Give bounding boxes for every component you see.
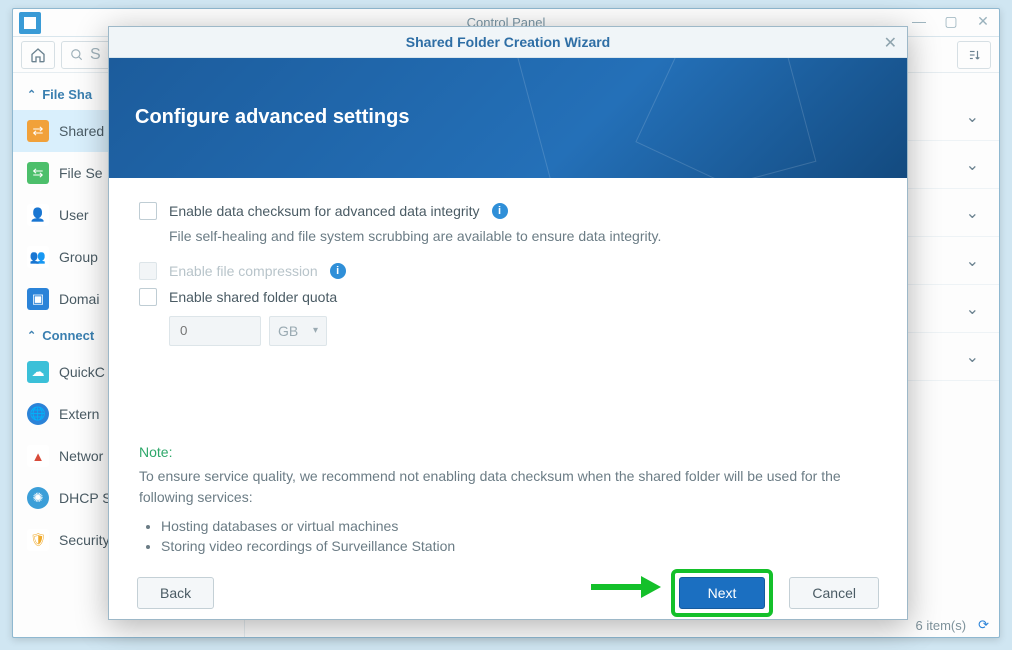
button-bar: Back Next Cancel bbox=[109, 568, 907, 619]
compression-checkbox bbox=[139, 262, 157, 280]
form-area: Enable data checksum for advanced data i… bbox=[109, 178, 907, 568]
cloud-icon: ☁ bbox=[27, 361, 49, 383]
quota-unit-label: GB bbox=[278, 323, 298, 339]
quota-label: Enable shared folder quota bbox=[169, 289, 337, 305]
refresh-icon[interactable]: ⟳ bbox=[978, 617, 989, 633]
chevron-down-icon: ⌄ bbox=[966, 203, 979, 223]
chevron-down-icon: ⌄ bbox=[966, 107, 979, 127]
chevron-down-icon: ▾ bbox=[313, 325, 318, 336]
sidebar-item-label: Security bbox=[59, 532, 110, 548]
search-placeholder: S bbox=[90, 46, 101, 64]
footer: 6 item(s) ⟳ bbox=[916, 617, 989, 633]
compression-label: Enable file compression bbox=[169, 263, 318, 279]
file-services-icon: ⇆ bbox=[27, 162, 49, 184]
chevron-up-icon: ⌃ bbox=[27, 88, 36, 101]
modal-close-icon[interactable]: ✕ bbox=[884, 33, 897, 53]
chevron-down-icon: ⌄ bbox=[966, 251, 979, 271]
note-title: Note: bbox=[139, 444, 877, 460]
back-button[interactable]: Back bbox=[137, 577, 214, 609]
chevron-down-icon: ⌄ bbox=[966, 155, 979, 175]
sidebar-item-label: File Se bbox=[59, 165, 103, 181]
group-icon: 👥 bbox=[27, 246, 49, 268]
network-icon: ▲ bbox=[27, 445, 49, 467]
modal-titlebar: Shared Folder Creation Wizard ✕ bbox=[109, 27, 907, 58]
note-bullet: Storing video recordings of Surveillance… bbox=[161, 538, 877, 554]
dhcp-icon: ✺ bbox=[27, 487, 49, 509]
minimize-icon[interactable]: — bbox=[907, 11, 931, 31]
next-button[interactable]: Next bbox=[679, 577, 766, 609]
chevron-down-icon: ⌄ bbox=[966, 347, 979, 367]
info-icon[interactable]: i bbox=[492, 203, 508, 219]
checksum-description: File self-healing and file system scrubb… bbox=[169, 228, 877, 244]
modal-banner: Configure advanced settings bbox=[109, 58, 907, 177]
sidebar-item-label: Group bbox=[59, 249, 98, 265]
chevron-down-icon: ⌄ bbox=[966, 299, 979, 319]
quota-checkbox[interactable] bbox=[139, 288, 157, 306]
item-count: 6 item(s) bbox=[916, 618, 967, 633]
chevron-up-icon: ⌃ bbox=[27, 329, 36, 342]
sidebar-item-label: Shared bbox=[59, 123, 104, 139]
maximize-icon[interactable]: ▢ bbox=[939, 11, 963, 31]
section-label: File Sha bbox=[42, 87, 92, 102]
domain-icon: ▣ bbox=[27, 288, 49, 310]
sidebar-item-label: QuickC bbox=[59, 364, 105, 380]
note-text: To ensure service quality, we recommend … bbox=[139, 466, 877, 508]
close-icon[interactable]: ✕ bbox=[971, 11, 995, 31]
shield-icon: 🛡 bbox=[27, 529, 49, 551]
sidebar-item-label: Domai bbox=[59, 291, 99, 307]
modal-heading: Configure advanced settings bbox=[135, 106, 410, 129]
shared-folder-icon: ⇄ bbox=[27, 120, 49, 142]
note-bullet: Hosting databases or virtual machines bbox=[161, 518, 877, 534]
info-icon[interactable]: i bbox=[330, 263, 346, 279]
section-label: Connect bbox=[42, 328, 94, 343]
sidebar-item-label: Networ bbox=[59, 448, 103, 464]
checksum-label: Enable data checksum for advanced data i… bbox=[169, 203, 480, 219]
cancel-button[interactable]: Cancel bbox=[789, 577, 879, 609]
sidebar-item-label: User bbox=[59, 207, 89, 223]
globe-icon: 🌐 bbox=[27, 403, 49, 425]
sidebar-item-label: DHCP S bbox=[59, 490, 112, 506]
quota-unit-select: GB ▾ bbox=[269, 316, 327, 346]
quota-input bbox=[169, 316, 261, 346]
sort-button[interactable] bbox=[957, 41, 991, 69]
modal-title: Shared Folder Creation Wizard bbox=[406, 34, 610, 50]
creation-wizard-modal: Shared Folder Creation Wizard ✕ Configur… bbox=[108, 26, 908, 620]
next-highlight: Next bbox=[671, 569, 774, 617]
user-icon: 👤 bbox=[27, 204, 49, 226]
home-button[interactable] bbox=[21, 41, 55, 69]
callout-arrow-icon bbox=[587, 573, 661, 601]
sidebar-item-label: Extern bbox=[59, 406, 99, 422]
checksum-checkbox[interactable] bbox=[139, 202, 157, 220]
